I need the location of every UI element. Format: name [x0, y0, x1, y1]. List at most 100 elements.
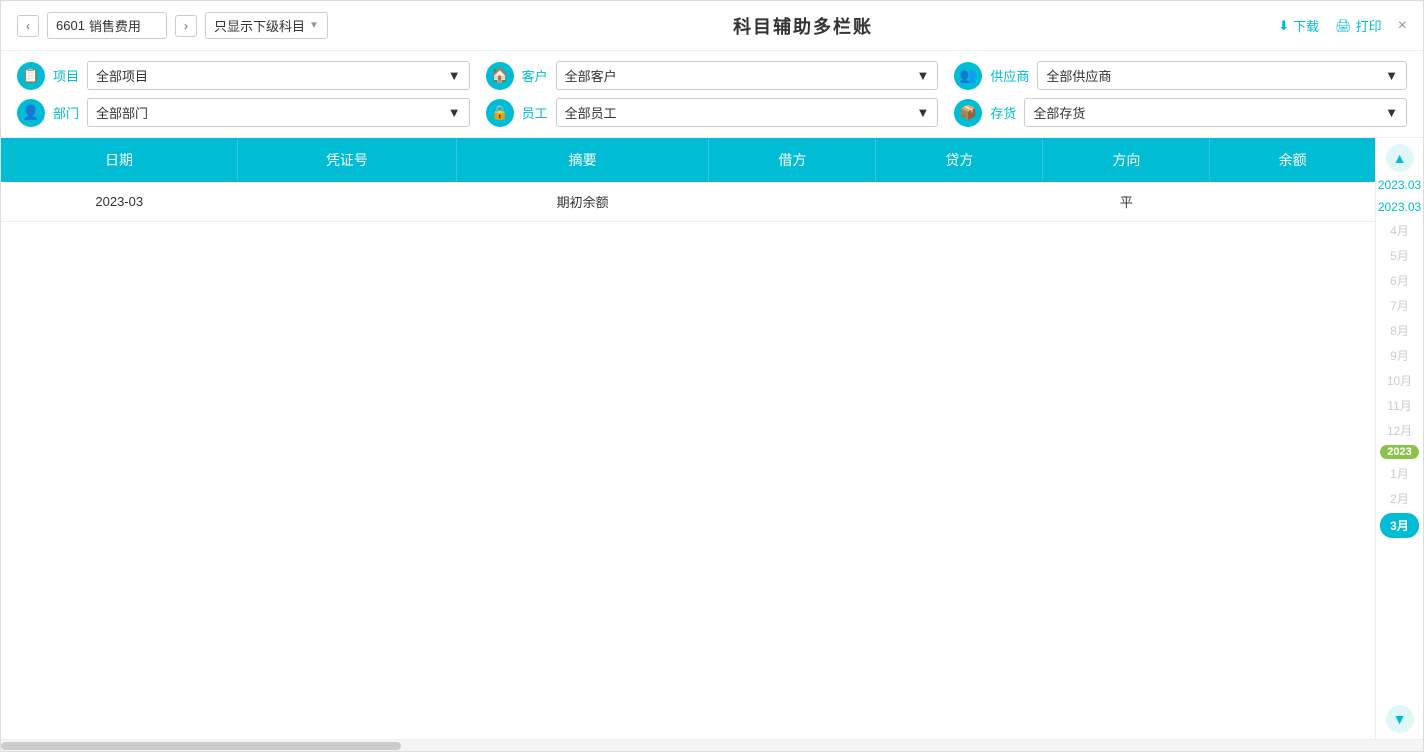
- project-filter: 📋 项目 全部项目 ▼: [17, 61, 470, 90]
- close-icon: ×: [1398, 17, 1407, 34]
- cell-summary: 期初余额: [456, 182, 708, 222]
- chevron-right-icon: ›: [184, 19, 188, 33]
- next-account-button[interactable]: ›: [175, 15, 197, 37]
- account-name: 销售费用: [89, 16, 141, 35]
- col-balance: 余额: [1210, 138, 1375, 182]
- customer-label: 客户: [522, 66, 548, 85]
- inventory-value: 全部存货: [1033, 103, 1085, 122]
- timeline-item[interactable]: 8月: [1376, 318, 1423, 343]
- col-direction: 方向: [1043, 138, 1210, 182]
- timeline-item[interactable]: 6月: [1376, 268, 1423, 293]
- employee-filter: 🔒 员工 全部员工 ▼: [486, 98, 939, 127]
- supplier-select[interactable]: 全部供应商 ▼: [1037, 61, 1407, 90]
- project-value: 全部项目: [96, 66, 148, 85]
- timeline-year-badge[interactable]: 2023: [1380, 445, 1419, 459]
- department-select[interactable]: 全部部门 ▼: [87, 98, 470, 127]
- table-header-row: 日期 凭证号 摘要 借方 贷方 方向 余额: [1, 138, 1375, 182]
- employee-value: 全部员工: [565, 103, 617, 122]
- project-label: 项目: [53, 66, 79, 85]
- timeline-item[interactable]: 11月: [1376, 393, 1423, 418]
- dropdown-chevron-icon: ▼: [309, 20, 319, 31]
- col-date: 日期: [1, 138, 237, 182]
- chevron-left-icon: ‹: [26, 19, 30, 33]
- inventory-icon: 📦: [954, 99, 982, 127]
- timeline-item[interactable]: 2023.03: [1376, 196, 1423, 218]
- supplier-chevron-icon: ▼: [1385, 68, 1398, 83]
- timeline-items-container: 2023.032023.034月5月6月7月8月9月10月11月12月20231…: [1376, 174, 1423, 540]
- show-sub-accounts-label: 只显示下级科目: [214, 16, 305, 35]
- horizontal-scrollbar[interactable]: [1, 739, 1423, 751]
- cell-credit: [876, 182, 1043, 222]
- customer-chevron-icon: ▼: [916, 68, 929, 83]
- table-container: 日期 凭证号 摘要 借方 贷方 方向 余额 2023-03 期初余额 平: [1, 138, 1375, 739]
- timeline-item[interactable]: 2023.03: [1376, 174, 1423, 196]
- timeline-item[interactable]: 2月: [1376, 486, 1423, 511]
- department-value: 全部部门: [96, 103, 148, 122]
- employee-chevron-icon: ▼: [916, 105, 929, 120]
- account-code-box: 6601 销售费用: [47, 12, 167, 39]
- title-bar-right: ⬇ 下载 🖨 打印 ×: [1278, 16, 1407, 35]
- inventory-select[interactable]: 全部存货 ▼: [1024, 98, 1407, 127]
- title-bar-left: ‹ 6601 销售费用 › 只显示下级科目 ▼: [17, 12, 328, 39]
- main-window: ‹ 6601 销售费用 › 只显示下级科目 ▼ 科目辅助多栏账 ⬇ 下载 🖨 打…: [0, 0, 1424, 752]
- inventory-label: 存货: [990, 103, 1016, 122]
- timeline-item[interactable]: 3月: [1380, 513, 1419, 538]
- project-chevron-icon: ▼: [448, 68, 461, 83]
- prev-account-button[interactable]: ‹: [17, 15, 39, 37]
- inventory-filter: 📦 存货 全部存货 ▼: [954, 98, 1407, 127]
- timeline-item[interactable]: 5月: [1376, 243, 1423, 268]
- page-title: 科目辅助多栏账: [733, 13, 873, 39]
- cell-balance: [1210, 182, 1375, 222]
- inventory-chevron-icon: ▼: [1385, 105, 1398, 120]
- department-filter: 👤 部门 全部部门 ▼: [17, 98, 470, 127]
- timeline-item[interactable]: 9月: [1376, 343, 1423, 368]
- timeline-item[interactable]: 10月: [1376, 368, 1423, 393]
- cell-direction: 平: [1043, 182, 1210, 222]
- supplier-icon: 👥: [954, 62, 982, 90]
- table-row[interactable]: 2023-03 期初余额 平: [1, 182, 1375, 222]
- scroll-up-icon: ▲: [1393, 150, 1407, 166]
- project-icon: 📋: [17, 62, 45, 90]
- customer-value: 全部客户: [565, 66, 617, 85]
- timeline-sidebar: ▲ 2023.032023.034月5月6月7月8月9月10月11月12月202…: [1375, 138, 1423, 739]
- cell-voucher: [237, 182, 456, 222]
- cell-date: 2023-03: [1, 182, 237, 222]
- close-button[interactable]: ×: [1398, 17, 1407, 35]
- employee-icon: 🔒: [486, 99, 514, 127]
- timeline-item[interactable]: 12月: [1376, 418, 1423, 443]
- download-label: 下载: [1293, 16, 1319, 35]
- supplier-label: 供应商: [990, 66, 1029, 85]
- cell-debit: [709, 182, 876, 222]
- download-icon: ⬇: [1278, 18, 1289, 34]
- customer-icon: 🏠: [486, 62, 514, 90]
- timeline-item[interactable]: 1月: [1376, 461, 1423, 486]
- filter-bar: 📋 项目 全部项目 ▼ 🏠 客户 全部客户 ▼ 👥 供应商 全部供应商 ▼: [1, 51, 1423, 138]
- show-sub-accounts-dropdown[interactable]: 只显示下级科目 ▼: [205, 12, 328, 39]
- project-select[interactable]: 全部项目 ▼: [87, 61, 470, 90]
- scrollbar-thumb: [1, 742, 401, 750]
- table-body: 2023-03 期初余额 平: [1, 182, 1375, 222]
- print-icon: 🖨: [1335, 18, 1352, 34]
- print-label: 打印: [1356, 16, 1382, 35]
- timeline-scroll-up-button[interactable]: ▲: [1386, 144, 1414, 172]
- customer-select[interactable]: 全部客户 ▼: [556, 61, 939, 90]
- supplier-filter: 👥 供应商 全部供应商 ▼: [954, 61, 1407, 90]
- employee-select[interactable]: 全部员工 ▼: [556, 98, 939, 127]
- department-label: 部门: [53, 103, 79, 122]
- department-chevron-icon: ▼: [448, 105, 461, 120]
- scroll-down-icon: ▼: [1393, 711, 1407, 727]
- download-button[interactable]: ⬇ 下载: [1278, 16, 1319, 35]
- employee-label: 员工: [522, 103, 548, 122]
- customer-filter: 🏠 客户 全部客户 ▼: [486, 61, 939, 90]
- account-code: 6601: [56, 18, 85, 33]
- timeline-scroll-down-button[interactable]: ▼: [1386, 705, 1414, 733]
- ledger-table: 日期 凭证号 摘要 借方 贷方 方向 余额 2023-03 期初余额 平: [1, 138, 1375, 222]
- col-debit: 借方: [709, 138, 876, 182]
- col-credit: 贷方: [876, 138, 1043, 182]
- timeline-item[interactable]: 7月: [1376, 293, 1423, 318]
- print-button[interactable]: 🖨 打印: [1335, 16, 1382, 35]
- timeline-item[interactable]: 4月: [1376, 218, 1423, 243]
- col-summary: 摘要: [456, 138, 708, 182]
- col-voucher: 凭证号: [237, 138, 456, 182]
- supplier-value: 全部供应商: [1046, 66, 1111, 85]
